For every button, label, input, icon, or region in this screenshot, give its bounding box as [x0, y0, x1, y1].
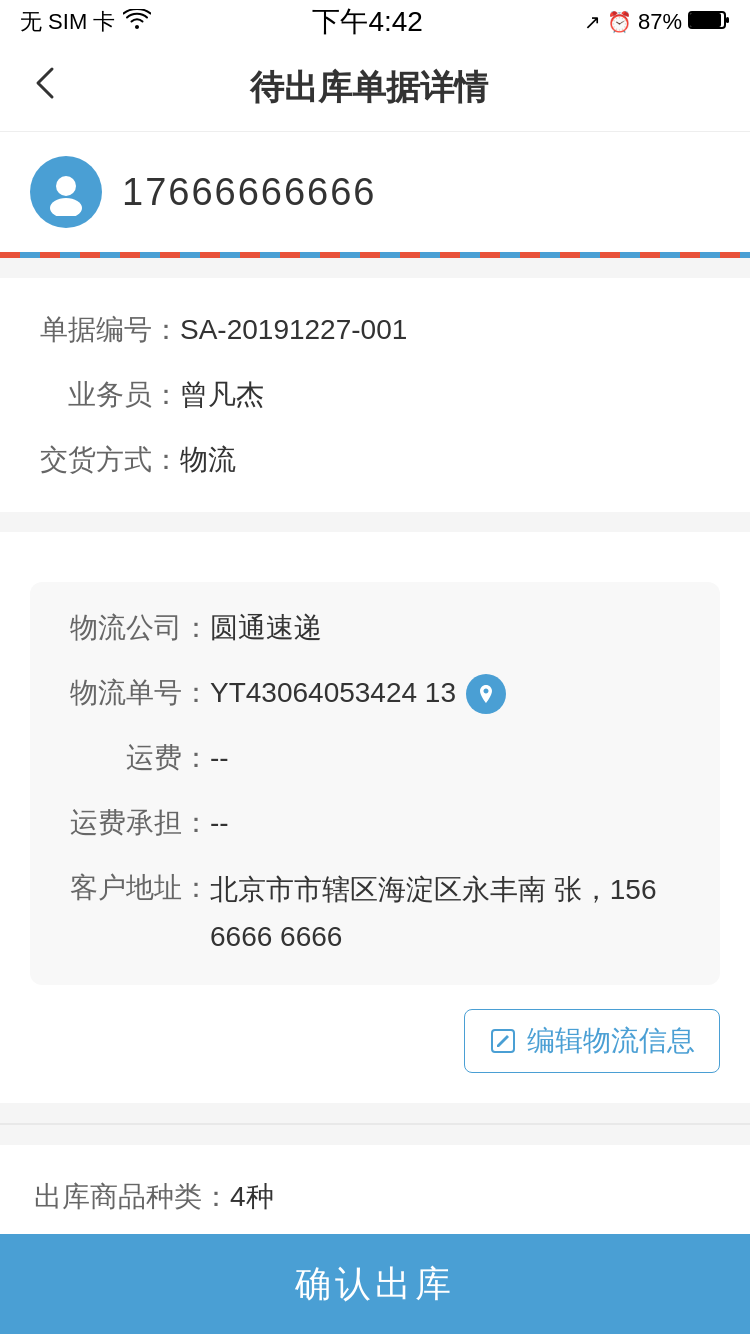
edit-logistics-label: 编辑物流信息: [527, 1022, 695, 1060]
goods-type-label: 出库商品种类：: [30, 1175, 230, 1220]
staff-row: 业务员： 曾凡杰: [30, 373, 720, 418]
user-phone: 17666666666: [122, 171, 376, 214]
logistics-section: 物流公司： 圆通速递 物流单号： YT43064053424 13 运费： --: [0, 532, 750, 1102]
sim-status: 无 SIM 卡: [20, 7, 115, 37]
section-divider: [0, 1123, 750, 1125]
dashed-divider: [0, 252, 750, 258]
document-number-label: 单据编号：: [30, 308, 180, 353]
freight-bear-row: 运费承担： --: [60, 801, 690, 846]
staff-value: 曾凡杰: [180, 373, 720, 418]
staff-label: 业务员：: [30, 373, 180, 418]
address-label: 客户地址：: [60, 866, 210, 911]
svg-point-3: [56, 176, 76, 196]
address-value: 北京市市辖区海淀区永丰南 张，156 6666 6666: [210, 866, 690, 961]
edit-logistics-button[interactable]: 编辑物流信息: [464, 1009, 720, 1073]
edit-btn-row: 编辑物流信息: [30, 1009, 720, 1073]
delivery-row: 交货方式： 物流: [30, 438, 720, 483]
svg-rect-1: [690, 13, 721, 27]
freight-bear-value: --: [210, 801, 690, 846]
status-bar: 无 SIM 卡 下午4:42 ↗ ⏰ 87%: [0, 0, 750, 44]
wifi-icon: [123, 9, 151, 35]
avatar: [30, 156, 102, 228]
confirm-btn-label: 确认出库: [295, 1260, 455, 1309]
freight-row: 运费： --: [60, 736, 690, 781]
battery-level: 87%: [638, 9, 682, 35]
status-time: 下午4:42: [312, 3, 423, 41]
delivery-label: 交货方式：: [30, 438, 180, 483]
tracking-row: 物流单号： YT43064053424 13: [60, 671, 690, 716]
confirm-btn-bar[interactable]: 确认出库: [0, 1234, 750, 1334]
freight-value: --: [210, 736, 690, 781]
goods-type-value: 4种: [230, 1175, 720, 1220]
goods-type-row: 出库商品种类： 4种: [30, 1175, 720, 1220]
document-number-row: 单据编号： SA-20191227-001: [30, 308, 720, 353]
freight-bear-label: 运费承担：: [60, 801, 210, 846]
back-button[interactable]: [30, 61, 58, 114]
document-number-value: SA-20191227-001: [180, 308, 720, 353]
status-right: ↗ ⏰ 87%: [584, 8, 730, 36]
svg-rect-2: [726, 17, 729, 23]
status-left: 无 SIM 卡: [20, 7, 151, 37]
logistics-company-row: 物流公司： 圆通速递: [60, 606, 690, 651]
logistics-company-value: 圆通速递: [210, 606, 690, 651]
tracking-location-icon[interactable]: [466, 674, 506, 714]
page-title: 待出库单据详情: [78, 65, 660, 111]
svg-point-4: [50, 198, 82, 216]
tracking-value: YT43064053424 13: [210, 671, 690, 716]
battery-icon: [688, 8, 730, 36]
location-icon: ↗: [584, 10, 601, 34]
user-header: 17666666666: [0, 132, 750, 252]
nav-bar: 待出库单据详情: [0, 44, 750, 132]
delivery-value: 物流: [180, 438, 720, 483]
logistics-card: 物流公司： 圆通速递 物流单号： YT43064053424 13 运费： --: [30, 582, 720, 984]
address-row: 客户地址： 北京市市辖区海淀区永丰南 张，156 6666 6666: [60, 866, 690, 961]
alarm-icon: ⏰: [607, 10, 632, 34]
document-info-section: 单据编号： SA-20191227-001 业务员： 曾凡杰 交货方式： 物流: [0, 278, 750, 512]
tracking-label: 物流单号：: [60, 671, 210, 716]
freight-label: 运费：: [60, 736, 210, 781]
logistics-company-label: 物流公司：: [60, 606, 210, 651]
